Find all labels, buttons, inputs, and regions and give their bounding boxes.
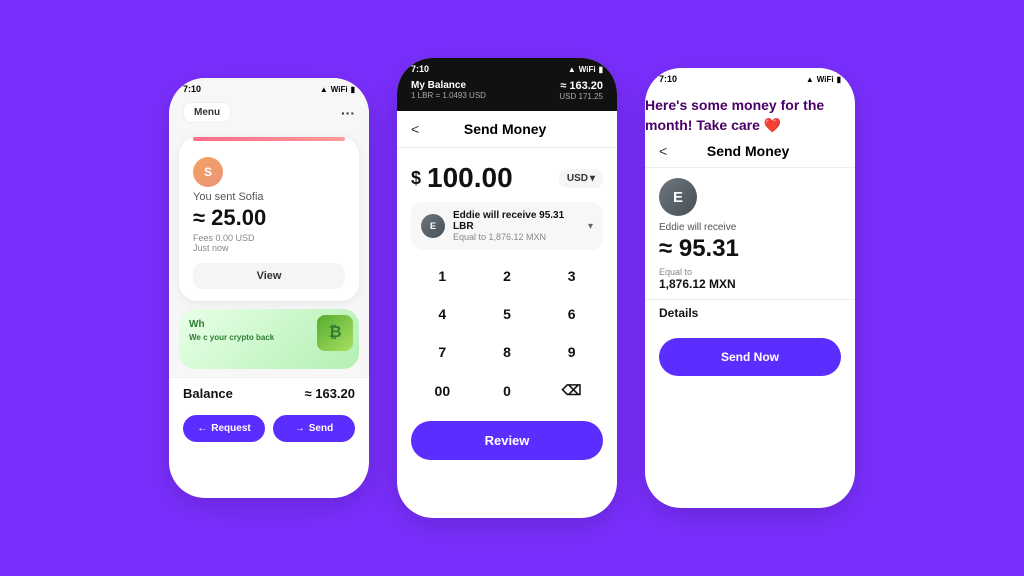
details-title: Details [659,306,841,320]
key-0[interactable]: 0 [476,372,539,409]
exchange-rate: 1 LBR = 1.0493 USD [411,91,486,100]
key-2[interactable]: 2 [476,258,539,294]
key-3[interactable]: 3 [540,258,603,294]
transaction-card: S You sent Sofia ≈ 25.00 Fees 0.00 USD J… [179,137,359,301]
phone-3: 7:10 ▲ WiFi ▮ Here's some money for the … [645,68,855,508]
promo-card: Wh We c your crypto back ₿ [179,309,359,369]
wifi-icon-3: WiFi [817,75,834,84]
dollar-sign: $ [411,168,421,189]
key-7[interactable]: 7 [411,334,474,370]
balance-info: My Balance 1 LBR = 1.0493 USD [411,80,486,100]
status-bar-1: 7:10 ▲ WiFi ▮ [169,78,369,96]
signal-icon-1: ▲ [320,85,328,94]
balance-amount: ≈ 163.20 [304,386,355,401]
promo-icon: ₿ [317,315,353,351]
recipient-avatar: E [421,214,445,238]
details-section: Details [645,299,855,330]
card-accent [193,137,345,141]
amount-value[interactable]: 100.00 [427,162,553,194]
balance-right: ≈ 163.20 USD 171.25 [559,80,603,101]
my-balance-title: My Balance [411,80,486,91]
battery-icon-3: ▮ [837,75,841,84]
status-bar-3: 7:10 ▲ WiFi ▮ [645,68,855,86]
avatar-row: S [193,157,345,187]
balance-bar: Balance ≈ 163.20 [169,377,369,409]
usd-value: USD 171.25 [559,92,603,101]
sent-label: You sent Sofia [193,191,345,203]
send-now-button[interactable]: Send Now [659,338,841,376]
receive-label: Eddie will receive [645,222,855,233]
fee-text: Fees 0.00 USD [193,233,345,243]
send-money-title-3: Send Money [675,143,821,159]
signal-icon-2: ▲ [568,65,576,74]
message-text: Here's some money for the month! Take ca… [645,96,855,135]
action-bar: ← Request → Send [169,409,369,454]
status-icons-2: ▲ WiFi ▮ [568,65,603,74]
time-3: 7:10 [659,74,677,84]
key-8[interactable]: 8 [476,334,539,370]
recipient-avatar-3: E [659,178,841,216]
currency-label: USD [567,173,588,184]
send-money-title: Send Money [427,121,583,137]
time-1: 7:10 [183,84,201,94]
key-9[interactable]: 9 [540,334,603,370]
view-button[interactable]: View [193,263,345,289]
wifi-icon-2: WiFi [579,65,596,74]
numpad: 1 2 3 4 5 6 7 8 9 00 0 ⌫ [397,250,617,417]
mxn-amount: 1,876.12 MXN [645,277,855,291]
key-1[interactable]: 1 [411,258,474,294]
transaction-amount: ≈ 25.00 [193,205,345,231]
request-arrow-icon: ← [197,423,207,434]
amount-input-area: $ 100.00 USD ▾ [397,148,617,202]
chevron-down-icon: ▾ [590,173,595,184]
key-00[interactable]: 00 [411,372,474,409]
battery-icon-2: ▮ [599,65,603,74]
key-5[interactable]: 5 [476,296,539,332]
currency-selector[interactable]: USD ▾ [559,169,603,188]
balance-value: ≈ 163.20 [559,80,603,92]
send-button[interactable]: → Send [273,415,355,442]
time-2: 7:10 [411,64,429,74]
heart-emoji: ❤️ [764,117,781,133]
send-arrow-icon: → [295,423,305,434]
status-icons-3: ▲ WiFi ▮ [806,75,841,84]
recipient-receive: Eddie will receive 95.31 LBR [453,210,580,232]
wifi-icon-1: WiFi [331,85,348,94]
key-4[interactable]: 4 [411,296,474,332]
dots-icon[interactable]: ··· [341,105,355,121]
request-label: Request [211,423,250,434]
back-button-3[interactable]: < [659,143,667,159]
battery-icon-1: ▮ [351,85,355,94]
send-money-header-3: < Send Money [645,135,855,168]
signal-icon-3: ▲ [806,75,814,84]
menu-button[interactable]: Menu [183,102,231,123]
balance-label: Balance [183,386,233,401]
expand-icon: ▾ [588,221,593,232]
avatar-sofia: S [193,157,223,187]
balance-header: My Balance 1 LBR = 1.0493 USD ≈ 163.20 U… [397,76,617,111]
time-label: Just now [193,243,345,253]
status-icons-1: ▲ WiFi ▮ [320,85,355,94]
phone1-header: Menu ··· [169,96,369,129]
recipient-info: Eddie will receive 95.31 LBR Equal to 1,… [453,210,580,242]
phone1-body: S You sent Sofia ≈ 25.00 Fees 0.00 USD J… [169,129,369,377]
equal-to-label: Equal to [645,267,855,277]
eddie-avatar: E [659,178,697,216]
recipient-row[interactable]: E Eddie will receive 95.31 LBR Equal to … [411,202,603,250]
back-button-2[interactable]: < [411,121,419,137]
phone-2: 7:10 ▲ WiFi ▮ My Balance 1 LBR = 1.0493 … [397,58,617,518]
phone-1: 7:10 ▲ WiFi ▮ Menu ··· S You sent Sofia … [169,78,369,498]
receive-amount: ≈ 95.31 [645,235,855,263]
send-label: Send [309,423,333,434]
status-bar-2: 7:10 ▲ WiFi ▮ [397,58,617,76]
review-button[interactable]: Review [411,421,603,460]
key-6[interactable]: 6 [540,296,603,332]
key-backspace[interactable]: ⌫ [540,372,603,409]
send-money-header: < Send Money [397,111,617,148]
recipient-equal: Equal to 1,876.12 MXN [453,232,580,242]
request-button[interactable]: ← Request [183,415,265,442]
